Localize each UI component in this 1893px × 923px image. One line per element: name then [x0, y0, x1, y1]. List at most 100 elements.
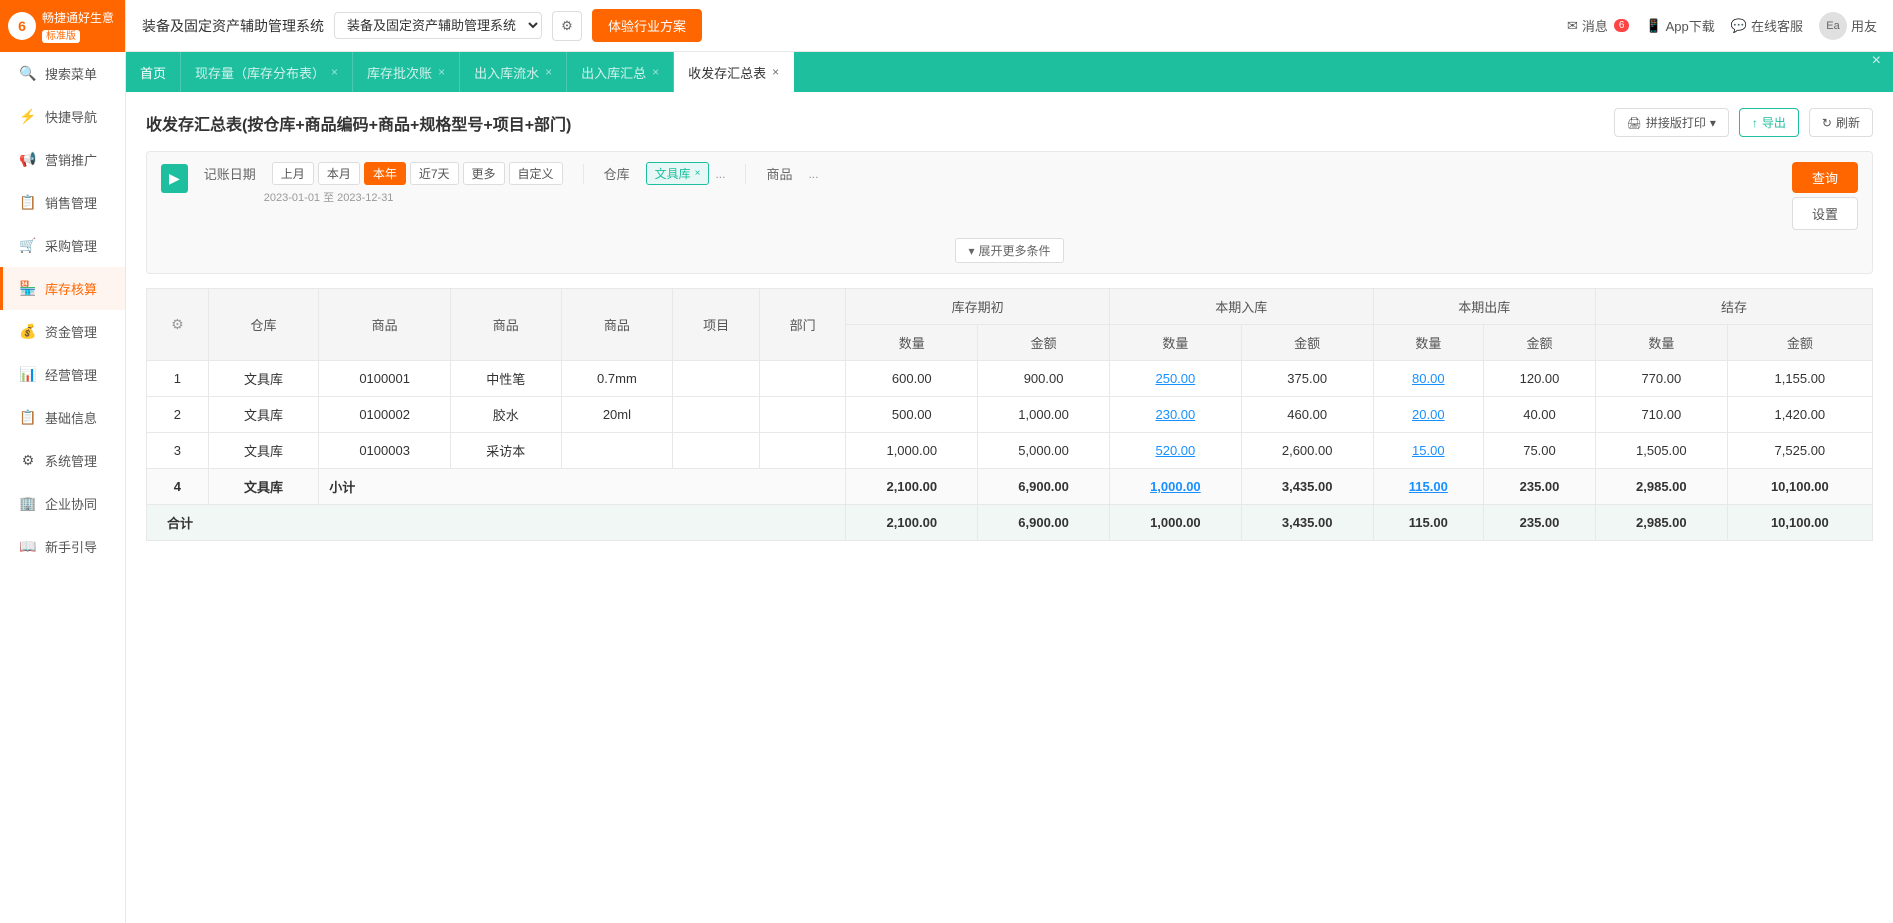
sidebar-item-label: 库存核算 [45, 279, 97, 298]
row-in-qty[interactable]: 230.00 [1109, 397, 1241, 433]
tab-stock-dist[interactable]: 现存量（库存分布表） × [181, 52, 353, 92]
row-dept [759, 433, 846, 469]
sidebar-item-label: 快捷导航 [45, 107, 97, 126]
date-btn-this-month[interactable]: 本月 [318, 162, 360, 185]
date-btn-7days[interactable]: 近7天 [410, 162, 459, 185]
dept-col-header: 部门 [759, 289, 846, 361]
refresh-button[interactable]: ↻ 刷新 [1809, 108, 1873, 137]
total-close-amt: 10,100.00 [1727, 505, 1872, 541]
base-icon: 📋 [19, 409, 37, 426]
sidebar-item-quicknav[interactable]: ⚡ 快捷导航 [0, 95, 125, 138]
tab-home[interactable]: 首页 [126, 52, 181, 92]
export-button[interactable]: ↑ 导出 [1739, 108, 1799, 137]
sidebar-item-sales[interactable]: 📋 销售管理 [0, 181, 125, 224]
sidebar-item-system[interactable]: ⚙ 系统管理 [0, 439, 125, 482]
sidebar-item-label: 经营管理 [45, 365, 97, 384]
row-dept [759, 361, 846, 397]
opening-group-header: 库存期初 [846, 289, 1110, 325]
app-download-button[interactable]: 📱 App下载 [1645, 16, 1714, 35]
gear-icon[interactable]: ⚙ [171, 316, 184, 332]
tab-inout-flow[interactable]: 出入库流水 × [460, 52, 567, 92]
warehouse-tag-close[interactable]: × [695, 168, 701, 179]
sub-out-amt: 235.00 [1484, 469, 1596, 505]
tab-inout-summary-close[interactable]: × [652, 65, 659, 79]
open-qty-header: 数量 [846, 325, 978, 361]
row-open-qty: 600.00 [846, 361, 978, 397]
row-close-amt: 1,155.00 [1727, 361, 1872, 397]
quicknav-icon: ⚡ [19, 108, 37, 125]
row-out-qty[interactable]: 20.00 [1373, 397, 1484, 433]
corp-icon: 🏢 [19, 495, 37, 512]
system-name: 装备及固定资产辅助管理系统 [142, 16, 324, 36]
sidebar-item-label: 企业协同 [45, 494, 97, 513]
sidebar-item-operations[interactable]: 📊 经营管理 [0, 353, 125, 396]
sidebar-item-corp[interactable]: 🏢 企业协同 [0, 482, 125, 525]
row-close-amt: 7,525.00 [1727, 433, 1872, 469]
inventory-icon: 🏪 [19, 280, 37, 297]
row-goods-code: 0100002 [319, 397, 451, 433]
sidebar-item-guide[interactable]: 📖 新手引导 [0, 525, 125, 568]
settings-button[interactable]: ⚙ [552, 11, 582, 41]
row-out-qty[interactable]: 15.00 [1373, 433, 1484, 469]
tab-stock-dist-close[interactable]: × [331, 65, 338, 79]
row-goods-code: 0100003 [319, 433, 451, 469]
tab-bar-close[interactable]: × [1860, 52, 1893, 92]
refresh-icon: ↻ [1822, 116, 1832, 130]
sidebar-item-purchase[interactable]: 🛒 采购管理 [0, 224, 125, 267]
filter-toggle-button[interactable]: ▶ [161, 164, 188, 193]
expand-button[interactable]: ▾ 展开更多条件 [955, 238, 1063, 263]
sub-in-qty: 1,000.00 [1109, 469, 1241, 505]
user-menu[interactable]: Ea 用友 [1819, 12, 1877, 40]
trial-button[interactable]: 体验行业方案 [592, 9, 702, 42]
warehouse-tag: 文具库 × [646, 162, 710, 185]
tab-stock-dist-label: 现存量（库存分布表） [195, 63, 325, 82]
gear-header[interactable]: ⚙ [147, 289, 209, 361]
date-btn-last-month[interactable]: 上月 [272, 162, 314, 185]
closing-group-header: 结存 [1595, 289, 1872, 325]
sidebar: 6 畅捷通好生意 标准版 🔍 搜索菜单 ⚡ 快捷导航 📢 营销推广 📋 销售管理… [0, 0, 126, 923]
tab-inout-summary[interactable]: 出入库汇总 × [567, 52, 674, 92]
date-range-text: 2023-01-01 至 2023-12-31 [264, 189, 1776, 205]
online-service-button[interactable]: 💬 在线客服 [1731, 16, 1803, 35]
row-open-amt: 5,000.00 [978, 433, 1110, 469]
goods-more[interactable]: ... [808, 167, 818, 181]
operations-icon: 📊 [19, 366, 37, 383]
guide-icon: 📖 [19, 538, 37, 555]
sales-icon: 📋 [19, 194, 37, 211]
sidebar-item-finance[interactable]: 💰 资金管理 [0, 310, 125, 353]
data-table: ⚙ 仓库 商品 商品 商品 项目 部门 库存期初 本期入库 本期出库 结存 数量… [146, 288, 1873, 541]
tab-inout-flow-close[interactable]: × [545, 65, 552, 79]
print-button[interactable]: 🖨 拼接版打印 ▾ [1614, 108, 1729, 137]
system-select[interactable]: 装备及固定资产辅助管理系统 [334, 12, 542, 39]
tab-recv-send[interactable]: 收发存汇总表 × [674, 52, 794, 92]
sidebar-item-base[interactable]: 📋 基础信息 [0, 396, 125, 439]
tab-batch[interactable]: 库存批次账 × [353, 52, 460, 92]
logo-badge: 标准版 [42, 30, 80, 43]
date-btn-this-year[interactable]: 本年 [364, 162, 406, 185]
out-amt-header: 金额 [1484, 325, 1596, 361]
total-open-amt: 6,900.00 [978, 505, 1110, 541]
row-in-qty[interactable]: 250.00 [1109, 361, 1241, 397]
logo-text: 畅捷通好生意 [42, 10, 114, 27]
warehouse-more[interactable]: ... [715, 167, 725, 181]
total-in-amt: 3,435.00 [1241, 505, 1373, 541]
date-btn-more[interactable]: 更多 [463, 162, 505, 185]
row-goods-name: 采访本 [451, 433, 561, 469]
message-button[interactable]: ✉ 消息 6 [1567, 16, 1629, 35]
sidebar-item-inventory[interactable]: 🏪 库存核算 [0, 267, 125, 310]
date-btn-custom[interactable]: 自定义 [509, 162, 563, 185]
sidebar-item-marketing[interactable]: 📢 营销推广 [0, 138, 125, 181]
in-amt-header: 金额 [1241, 325, 1373, 361]
row-dept [759, 397, 846, 433]
row-in-qty[interactable]: 520.00 [1109, 433, 1241, 469]
row-out-amt: 120.00 [1484, 361, 1596, 397]
query-button[interactable]: 查询 [1792, 162, 1858, 193]
row-out-qty[interactable]: 80.00 [1373, 361, 1484, 397]
sidebar-item-search[interactable]: 🔍 搜索菜单 [0, 52, 125, 95]
sidebar-item-label: 资金管理 [45, 322, 97, 341]
settings-btn[interactable]: 设置 [1792, 197, 1858, 230]
sub-no: 4 [147, 469, 209, 505]
goods-spec-col-header: 商品 [561, 289, 673, 361]
tab-recv-send-close[interactable]: × [772, 65, 779, 79]
tab-batch-close[interactable]: × [438, 65, 445, 79]
